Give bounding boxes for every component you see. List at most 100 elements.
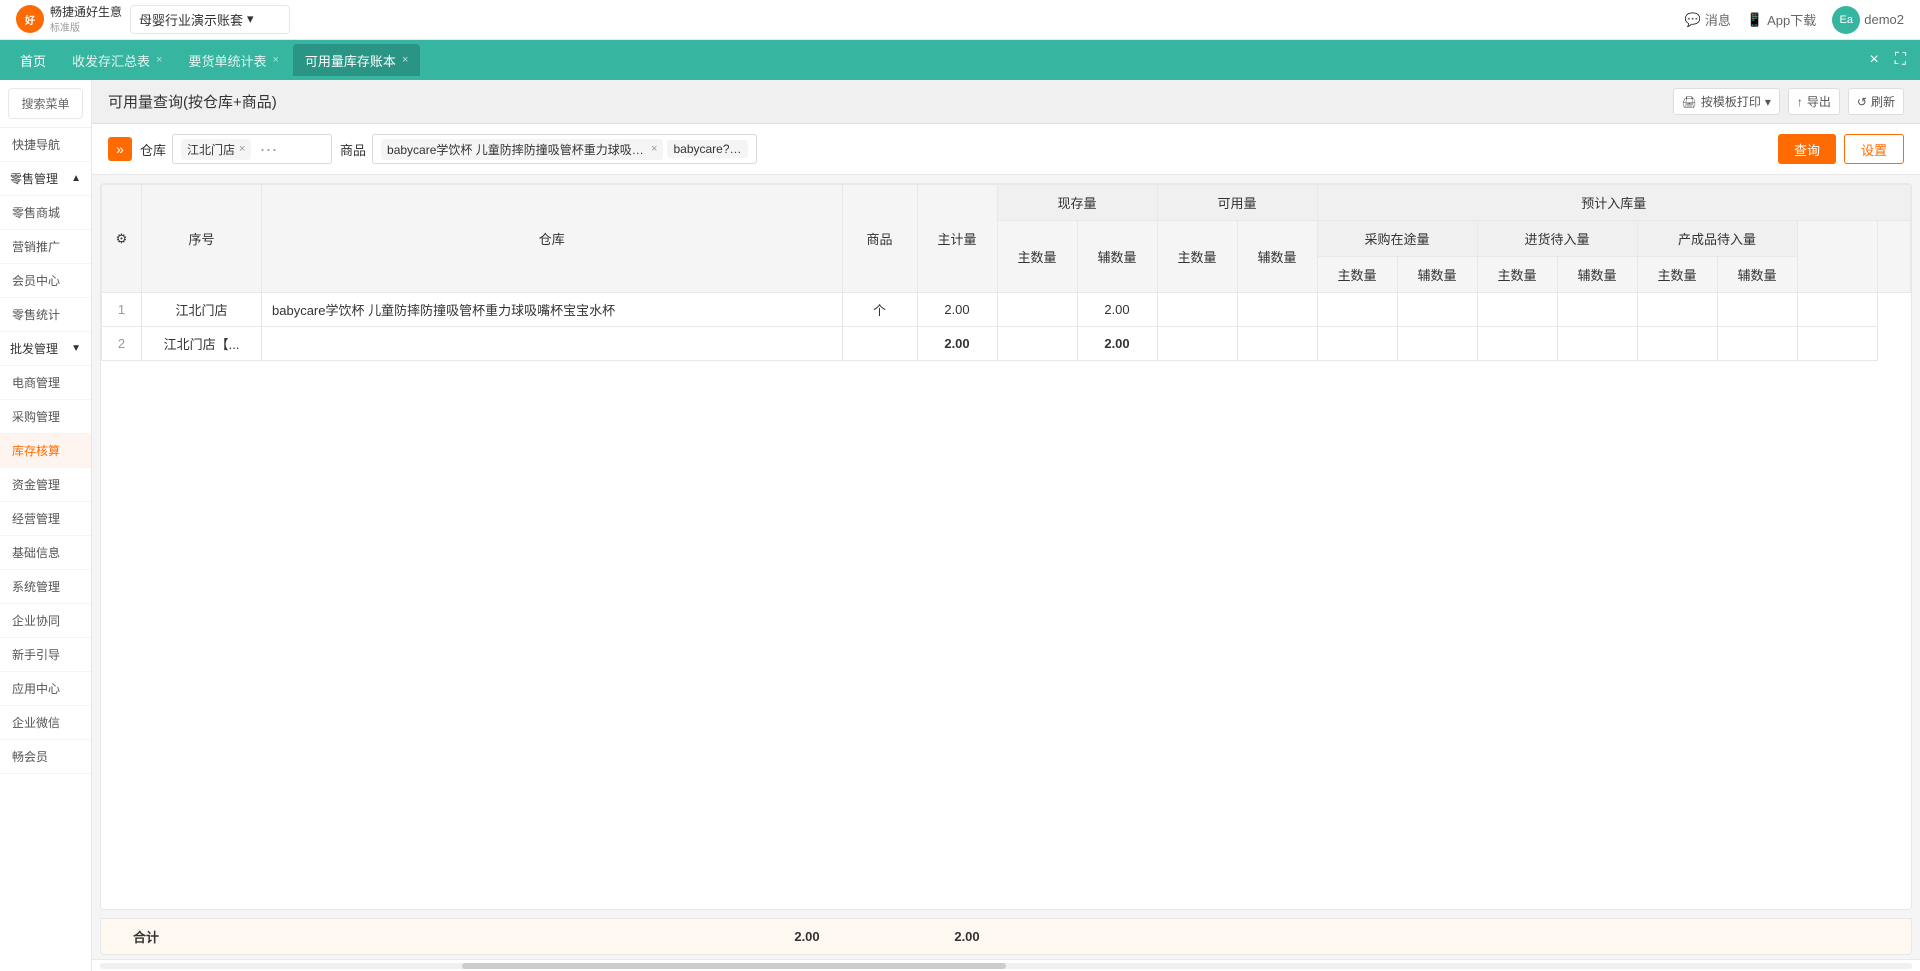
row2-pi-aux [1317,327,1397,361]
tab-order[interactable]: 要货单统计表 × [176,44,290,76]
th-gear[interactable]: ⚙ [102,185,142,293]
warehouse-tag: 江北门店 × [181,139,251,160]
row1-extra1 [1717,293,1797,327]
filter-expand-button[interactable]: » [108,137,132,161]
scroll-bar-track[interactable] [100,963,1912,969]
row1-pi-main [1237,293,1317,327]
product-tag-value: babycare学饮杯 儿童防摔防撞吸管杯重力球吸嘴杯宝宝水杯 [387,141,647,158]
gear-icon: ⚙ [116,231,128,246]
avatar-initials: Ea [1840,14,1853,26]
retail-mgmt-label: 零售管理 [10,170,58,187]
logo-text-block: 畅捷通好生意 标准版 [50,5,122,34]
message-action[interactable]: 💬 消息 [1685,10,1731,29]
export-icon: ↑ [1797,95,1803,109]
data-table: ⚙ 序号 仓库 商品 主计量 现存量 可用量 预计入库量 主数量 辅数量 主数量 [101,184,1911,361]
row2-stock-main: 2.00 [917,327,997,361]
warehouse-tag-value: 江北门店 [187,141,235,158]
row1-product-main [1557,293,1637,327]
refresh-button[interactable]: ↺ 刷新 [1848,88,1904,115]
sidebar-item-vip-member[interactable]: 畅会员 [0,740,91,774]
row1-extra2 [1797,293,1877,327]
row1-pp-main [1397,293,1477,327]
sidebar: 搜索菜单 快捷导航 零售管理 ▲ 零售商城 营销推广 会员中心 零售统计 批发管… [0,80,92,971]
wholesale-mgmt-arrow: ▼ [71,343,81,354]
th-purchase-incoming-main: 主数量 [1317,257,1397,293]
sidebar-search-button[interactable]: 搜索菜单 [8,88,83,119]
content-area: 可用量查询(按仓库+商品) 🖨 按模板打印 ▾ ↑ 导出 ↺ 刷新 » [92,80,1920,971]
sidebar-item-enterprise-wechat[interactable]: 企业微信 [0,706,91,740]
export-button[interactable]: ↑ 导出 [1788,88,1840,115]
refresh-label: 刷新 [1871,93,1895,110]
row2-warehouse: 江北门店【... [142,327,262,361]
row1-product: babycare学饮杯 儿童防摔防撞吸管杯重力球吸嘴杯宝宝水杯 [262,293,843,327]
th-purchase-incoming: 采购在途量 [1317,221,1477,257]
row1-pp-aux [1477,293,1557,327]
tab-home[interactable]: 首页 [8,44,58,76]
tab-receivable-close[interactable]: × [156,54,162,66]
sidebar-item-finance[interactable]: 资金管理 [0,468,91,502]
print-dropdown-icon: ▾ [1765,95,1771,109]
user-name: demo2 [1864,12,1904,27]
th-available-main: 主数量 [1157,221,1237,293]
sidebar-item-sys-mgmt[interactable]: 系统管理 [0,570,91,604]
sidebar-item-quick-nav[interactable]: 快捷导航 [0,128,91,162]
sidebar-item-new-guide[interactable]: 新手引导 [0,638,91,672]
app-download-action[interactable]: 📱 App下载 [1747,10,1816,29]
tab-available-close[interactable]: × [402,54,408,66]
maximize-button[interactable]: ⛶ [1889,49,1912,71]
row2-available-aux [1157,327,1237,361]
row1-product-aux [1637,293,1717,327]
th-pi-main [1797,221,1877,293]
scroll-bar-thumb[interactable] [462,963,1006,969]
refresh-icon: ↺ [1857,95,1867,109]
product-input[interactable]: babycare学饮杯 儿童防摔防撞吸管杯重力球吸嘴杯宝宝水杯 × babyca… [372,134,756,164]
sidebar-item-ops-mgmt[interactable]: 经营管理 [0,502,91,536]
row2-main-unit [842,327,917,361]
table-footer: 合计 2.00 2.00 [100,918,1912,955]
sidebar-item-retail-mall[interactable]: 零售商城 [0,196,91,230]
warehouse-more[interactable]: ··· [255,139,281,160]
th-main-unit: 主计量 [917,185,997,293]
tab-order-close[interactable]: × [272,54,278,66]
user-menu[interactable]: Ea demo2 [1832,6,1904,34]
app-download-label: App下载 [1767,10,1816,29]
page-title: 可用量查询(按仓库+商品) [108,91,277,112]
tab-available[interactable]: 可用量库存账本 × [293,44,420,76]
warehouse-input[interactable]: 江北门店 × ··· [172,134,332,164]
sidebar-item-ecommerce[interactable]: 电商管理 [0,366,91,400]
tab-receivable[interactable]: 收发存汇总表 × [60,44,174,76]
row2-product [262,327,843,361]
sidebar-item-retail-mgmt[interactable]: 零售管理 ▲ [0,162,91,196]
scroll-bar-container [92,959,1920,971]
table-row: 2 江北门店【... 2.00 2.00 [102,327,1911,361]
th-stock-main: 主数量 [997,221,1077,293]
message-label: 消息 [1705,10,1731,29]
print-icon: 🖨 [1682,95,1697,109]
org-selector[interactable]: 母婴行业演示账套 ▾ [130,5,290,34]
export-label: 导出 [1807,93,1831,110]
sidebar-item-app-center[interactable]: 应用中心 [0,672,91,706]
query-button[interactable]: 查询 [1778,134,1836,164]
row2-index: 2 [102,327,142,361]
table-row: 1 江北门店 babycare学饮杯 儿童防摔防撞吸管杯重力球吸嘴杯宝宝水杯 个… [102,293,1911,327]
warehouse-tag-close[interactable]: × [239,143,245,155]
close-all-button[interactable]: × [1863,49,1884,71]
app-download-icon: 📱 [1747,12,1763,28]
row1-pi-aux [1317,293,1397,327]
th-purchase-pending-main: 主数量 [1477,257,1557,293]
product-tag-close[interactable]: × [651,143,657,155]
page-header: 可用量查询(按仓库+商品) 🖨 按模板打印 ▾ ↑ 导出 ↺ 刷新 [92,80,1920,124]
settings-button[interactable]: 设置 [1844,134,1904,164]
sidebar-item-basic-info[interactable]: 基础信息 [0,536,91,570]
footer-label: 合计 [117,927,767,946]
sidebar-item-wholesale-mgmt[interactable]: 批发管理 ▼ [0,332,91,366]
sidebar-item-enterprise-collab[interactable]: 企业协同 [0,604,91,638]
sidebar-item-member-center[interactable]: 会员中心 [0,264,91,298]
sidebar-item-purchase-mgmt[interactable]: 采购管理 [0,400,91,434]
print-button[interactable]: 🖨 按模板打印 ▾ [1673,88,1780,115]
main-layout: 搜索菜单 快捷导航 零售管理 ▲ 零售商城 营销推广 会员中心 零售统计 批发管… [0,80,1920,971]
sidebar-item-inventory[interactable]: 库存核算 [0,434,91,468]
sidebar-item-retail-stats[interactable]: 零售统计 [0,298,91,332]
sidebar-item-marketing[interactable]: 营销推广 [0,230,91,264]
th-stock-aux: 辅数量 [1077,221,1157,293]
